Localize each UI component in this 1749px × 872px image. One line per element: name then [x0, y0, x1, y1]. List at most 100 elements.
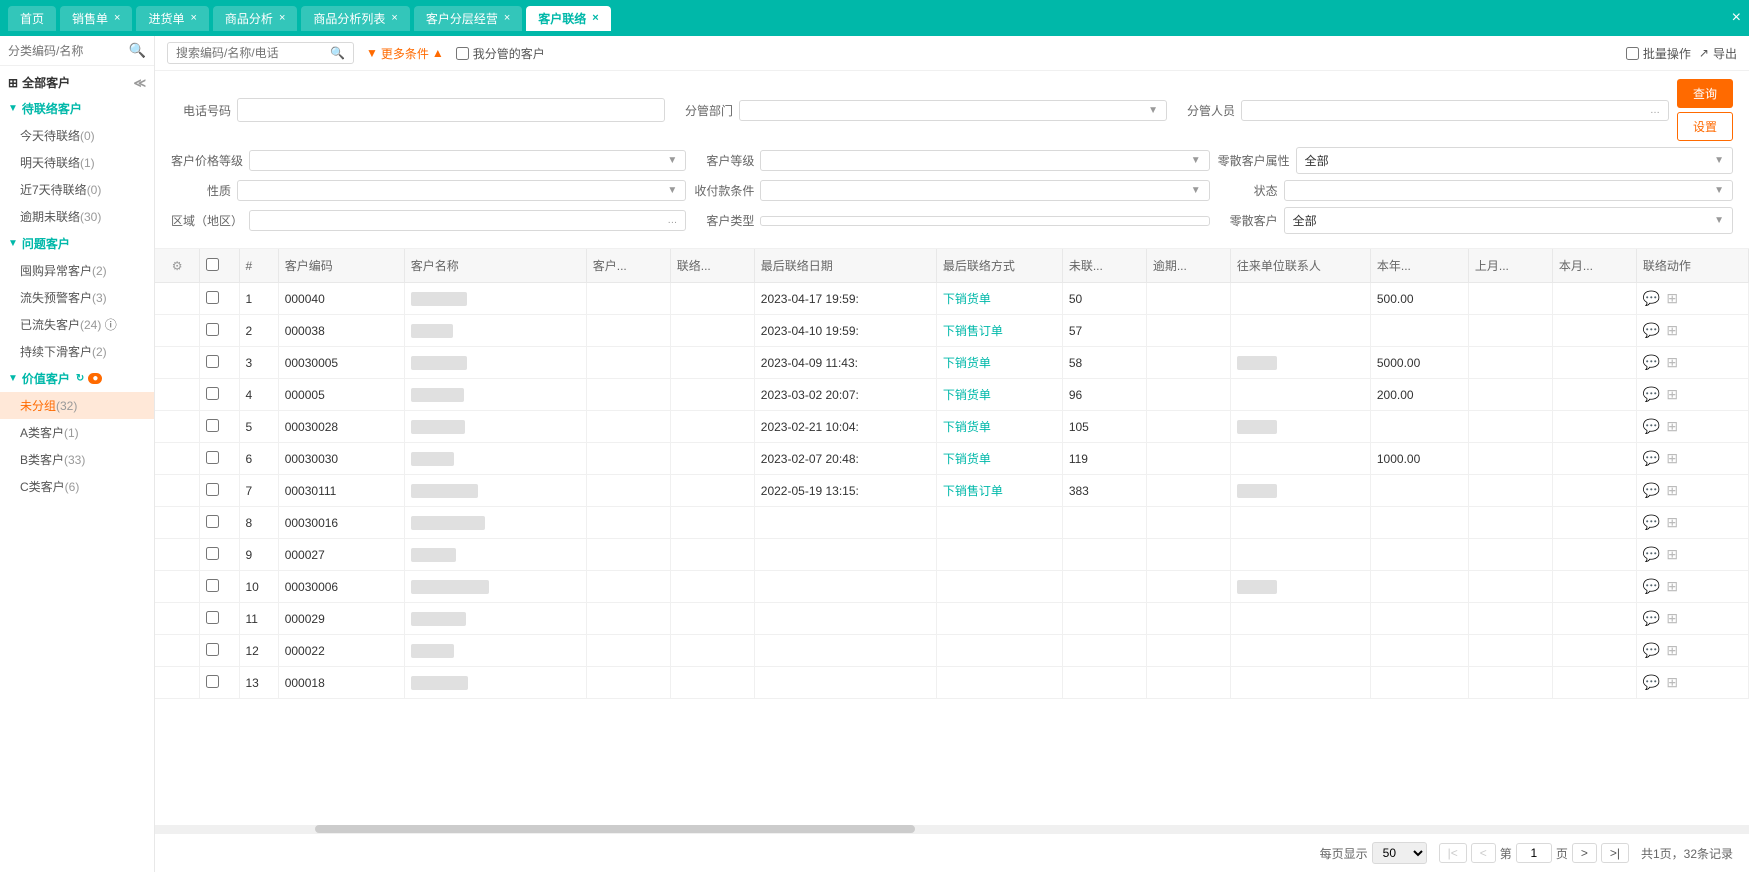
tab-customer-contact[interactable]: 客户联络 ×	[526, 6, 610, 31]
row-select-9[interactable]	[206, 579, 219, 592]
row-checkbox-11[interactable]	[200, 635, 239, 667]
nature-select[interactable]: ▼	[237, 180, 686, 201]
phone-input[interactable]	[237, 98, 665, 122]
col-gear[interactable]: ⚙	[155, 249, 200, 283]
sidebar-item-c-class[interactable]: C类客户(6)	[0, 473, 154, 500]
resize-last-date[interactable]	[932, 249, 936, 282]
chat-icon-4[interactable]: 💬	[1643, 418, 1660, 435]
row-checkbox-7[interactable]	[200, 507, 239, 539]
sidebar-item-overdue-pending[interactable]: 逾期未联络(30)	[0, 203, 154, 230]
export-btn[interactable]: ↗ 导出	[1699, 45, 1737, 62]
sparse-select[interactable]: 全部 ▼	[1284, 207, 1733, 234]
row-select-4[interactable]	[206, 419, 219, 432]
per-page-select[interactable]: 50 20 100	[1372, 842, 1427, 864]
manager-select[interactable]: …	[1241, 100, 1669, 121]
grid-action-icon-7[interactable]: ⊞	[1666, 514, 1678, 531]
chat-icon-7[interactable]: 💬	[1643, 514, 1660, 531]
resize-last-month[interactable]	[1548, 249, 1552, 282]
row-last-method-2[interactable]: 下销货单	[936, 347, 1062, 379]
close-product-list-tab[interactable]: ×	[391, 12, 397, 24]
resize-contact[interactable]	[750, 249, 754, 282]
chat-icon-2[interactable]: 💬	[1643, 354, 1660, 371]
resize-overdue[interactable]	[1226, 249, 1230, 282]
price-level-select[interactable]: ▼	[249, 150, 686, 171]
sidebar-item-today-pending[interactable]: 今天待联络(0)	[0, 122, 154, 149]
my-customers-checkbox[interactable]: 我分管的客户	[456, 45, 545, 62]
row-select-6[interactable]	[206, 483, 219, 496]
tab-customer-segment[interactable]: 客户分层经营 ×	[414, 6, 522, 31]
grid-action-icon-2[interactable]: ⊞	[1666, 354, 1678, 371]
my-customers-check[interactable]	[456, 47, 469, 60]
sidebar-group-value[interactable]: ▼ 价值客户 ↻ ●	[0, 365, 154, 392]
resize-type[interactable]	[666, 249, 670, 282]
scrollbar-thumb[interactable]	[315, 825, 915, 833]
filter-search-box[interactable]: 🔍	[167, 42, 354, 64]
chat-icon-10[interactable]: 💬	[1643, 610, 1660, 627]
sidebar-item-week-pending[interactable]: 近7天待联络(0)	[0, 176, 154, 203]
horizontal-scrollbar[interactable]	[155, 825, 1749, 833]
row-checkbox-0[interactable]	[200, 283, 239, 315]
sidebar-item-warning-loss[interactable]: 流失预警客户(3)	[0, 284, 154, 311]
close-sales-tab[interactable]: ×	[114, 12, 120, 24]
query-button[interactable]: 查询	[1677, 79, 1733, 108]
grid-action-icon-9[interactable]: ⊞	[1666, 578, 1678, 595]
row-last-method-10[interactable]	[936, 603, 1062, 635]
tab-home[interactable]: 首页	[8, 6, 56, 31]
resize-not-contact[interactable]	[1142, 249, 1146, 282]
sidebar-item-abnormal[interactable]: 囤购异常客户(2)	[0, 257, 154, 284]
grid-action-icon-12[interactable]: ⊞	[1666, 674, 1678, 691]
resize-this-month[interactable]	[1632, 249, 1636, 282]
sidebar-group-problem[interactable]: ▼ 问题客户	[0, 230, 154, 257]
row-last-method-7[interactable]	[936, 507, 1062, 539]
row-last-method-9[interactable]	[936, 571, 1062, 603]
gear-icon[interactable]: ⚙	[172, 259, 183, 273]
resize-this-year[interactable]	[1464, 249, 1468, 282]
row-last-method-5[interactable]: 下销货单	[936, 443, 1062, 475]
sidebar-item-a-class[interactable]: A类客户(1)	[0, 419, 154, 446]
tab-sales[interactable]: 销售单 ×	[60, 6, 132, 31]
row-checkbox-6[interactable]	[200, 475, 239, 507]
row-select-8[interactable]	[206, 547, 219, 560]
row-last-method-6[interactable]: 下销售订单	[936, 475, 1062, 507]
chat-icon-6[interactable]: 💬	[1643, 482, 1660, 499]
row-select-0[interactable]	[206, 291, 219, 304]
row-checkbox-12[interactable]	[200, 667, 239, 699]
cust-type-select[interactable]	[760, 216, 1209, 226]
sidebar-item-b-class[interactable]: B类客户(33)	[0, 446, 154, 473]
resize-name[interactable]	[582, 249, 586, 282]
row-checkbox-2[interactable]	[200, 347, 239, 379]
dept-select[interactable]: ▼	[739, 100, 1167, 121]
row-last-method-12[interactable]	[936, 667, 1062, 699]
sidebar-item-tomorrow-pending[interactable]: 明天待联络(1)	[0, 149, 154, 176]
row-last-method-1[interactable]: 下销售订单	[936, 315, 1062, 347]
grid-action-icon-10[interactable]: ⊞	[1666, 610, 1678, 627]
region-select[interactable]: …	[249, 210, 686, 231]
col-checkbox[interactable]	[200, 249, 239, 283]
row-checkbox-3[interactable]	[200, 379, 239, 411]
grid-action-icon-4[interactable]: ⊞	[1666, 418, 1678, 435]
close-customer-contact-tab[interactable]: ×	[592, 12, 598, 24]
sidebar-item-ungroup[interactable]: 未分组(32)	[0, 392, 154, 419]
tab-product-analysis[interactable]: 商品分析 ×	[213, 6, 297, 31]
sidebar-item-lost[interactable]: 已流失客户(24) ⓘ	[0, 311, 154, 338]
first-page-btn[interactable]: |<	[1439, 843, 1467, 863]
row-select-3[interactable]	[206, 387, 219, 400]
chat-icon-5[interactable]: 💬	[1643, 450, 1660, 467]
row-last-method-11[interactable]	[936, 635, 1062, 667]
grid-action-icon-5[interactable]: ⊞	[1666, 450, 1678, 467]
tab-product-list[interactable]: 商品分析列表 ×	[301, 6, 409, 31]
grid-action-icon-0[interactable]: ⊞	[1666, 290, 1678, 307]
sidebar-search-input[interactable]	[8, 44, 125, 58]
close-customer-segment-tab[interactable]: ×	[504, 12, 510, 24]
value-refresh-icon[interactable]: ↻	[76, 373, 84, 384]
grid-action-icon-3[interactable]: ⊞	[1666, 386, 1678, 403]
status-select[interactable]: ▼	[1284, 180, 1733, 201]
chat-icon-11[interactable]: 💬	[1643, 642, 1660, 659]
row-select-5[interactable]	[206, 451, 219, 464]
row-select-11[interactable]	[206, 643, 219, 656]
collapse-icon[interactable]: ≪	[133, 76, 146, 90]
row-last-method-4[interactable]: 下销货单	[936, 411, 1062, 443]
filter-search-input[interactable]	[176, 46, 326, 60]
close-product-analysis-tab[interactable]: ×	[279, 12, 285, 24]
reset-button[interactable]: 设置	[1677, 112, 1733, 141]
